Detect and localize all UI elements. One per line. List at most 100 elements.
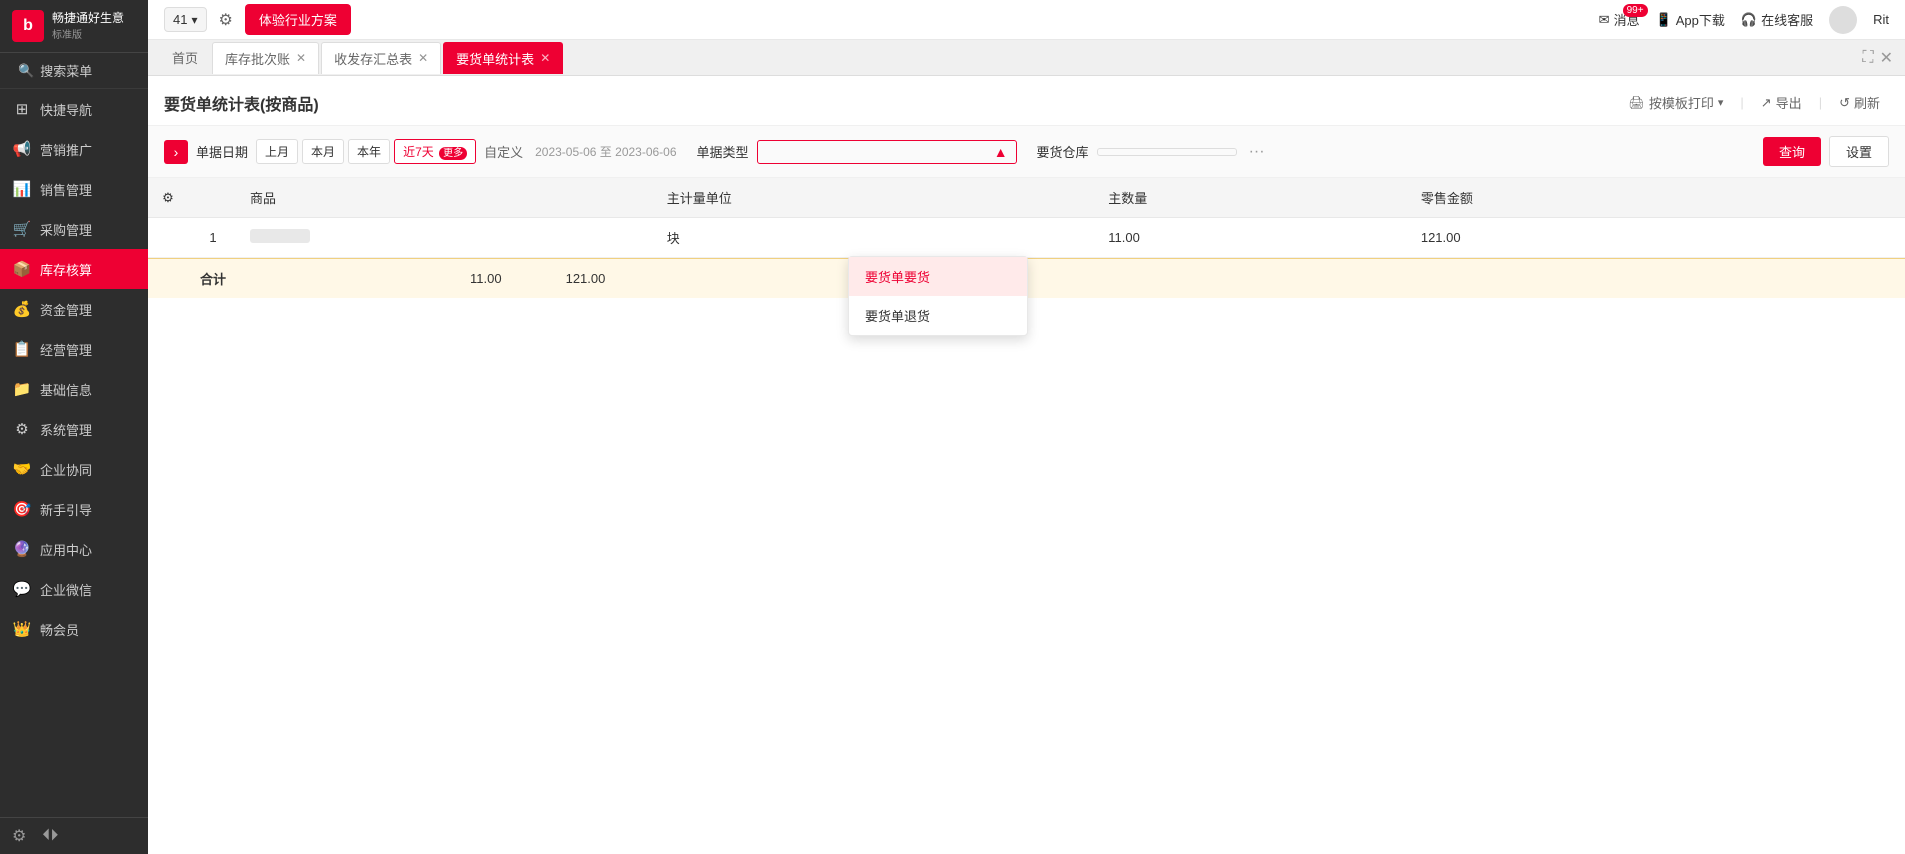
app-download-label: App下载: [1676, 10, 1725, 29]
topbar-gear-icon[interactable]: ⚙: [219, 10, 233, 30]
tab-inventory-batch[interactable]: 库存批次账 ✕: [212, 42, 319, 74]
content-area: 要货单统计表(按商品) 🖨 按模板打印 ▾ | ↗ 导出 | ↺: [148, 76, 1905, 854]
print-chevron-icon: ▾: [1718, 96, 1724, 109]
settings-icon[interactable]: ⚙: [12, 826, 26, 846]
tab-inventory-batch-close[interactable]: ✕: [296, 51, 306, 65]
message-button[interactable]: ✉ 消息 99+: [1599, 10, 1640, 29]
user-avatar[interactable]: [1829, 6, 1857, 34]
table-header: ⚙ 商品 主计量单位 主数量 零售金额: [148, 178, 1905, 218]
filter-toggle-button[interactable]: ›: [164, 140, 188, 164]
sidebar-item-label: 经营管理: [40, 340, 92, 359]
table-row: 1 块 11.00 121.00: [148, 218, 1905, 258]
filter-type-select[interactable]: ▲: [757, 140, 1017, 164]
tab-inventory-batch-label: 库存批次账: [225, 49, 290, 68]
table-body: 1 块 11.00 121.00: [148, 218, 1905, 258]
page-title: 要货单统计表(按商品): [164, 91, 319, 115]
sidebar-item-operation[interactable]: 📋 经营管理: [0, 329, 148, 369]
filter-this-year-btn[interactable]: 本年: [348, 139, 390, 164]
sidebar-item-label: 企业协同: [40, 460, 92, 479]
tabs-bar: 首页 库存批次账 ✕ 收发存汇总表 ✕ 要货单统计表 ✕ ⛶ ✕: [148, 40, 1905, 76]
sidebar-item-label: 销售管理: [40, 180, 92, 199]
row-unit: 块: [655, 218, 1097, 258]
username-label[interactable]: Rit: [1873, 12, 1889, 27]
row-index: 1: [188, 218, 238, 258]
app-brand-name: 畅捷通好生意: [52, 11, 124, 27]
print-icon: 🖨: [1628, 95, 1645, 111]
collapse-icon[interactable]: ⏴⏵: [42, 827, 58, 845]
tab-home[interactable]: 首页: [160, 42, 210, 73]
topbar-right: ✉ 消息 99+ 📱 App下载 🎧 在线客服 Rit: [1599, 6, 1889, 34]
filter-query-button[interactable]: 查询: [1763, 137, 1821, 166]
table-column-index: [188, 178, 238, 218]
filter-settings-button[interactable]: 设置: [1829, 136, 1889, 167]
sidebar-item-shortcut[interactable]: ⊞ 快捷导航: [0, 89, 148, 129]
filter-type-arrow-icon[interactable]: ▲: [994, 144, 1008, 160]
print-template-button[interactable]: 🖨 按模板打印 ▾: [1619, 88, 1732, 117]
tab-sales-summary[interactable]: 收发存汇总表 ✕: [321, 42, 441, 74]
dropdown-item-purchase-order[interactable]: 要货单要货: [849, 257, 1027, 296]
filter-this-month-btn[interactable]: 本月: [302, 139, 344, 164]
sidebar-item-label: 应用中心: [40, 540, 92, 559]
filter-last-7days-btn[interactable]: 近7天 更多: [394, 139, 476, 164]
filter-last-month-btn[interactable]: 上月: [256, 139, 298, 164]
sidebar-item-enterprise[interactable]: 🤝 企业协同: [0, 449, 148, 489]
export-button[interactable]: ↗ 导出: [1752, 88, 1811, 117]
filter-type-label: 单据类型: [697, 142, 749, 161]
topbar-left: 41 ▾ ⚙ 体验行业方案: [164, 4, 351, 35]
sidebar-item-label: 快捷导航: [40, 100, 92, 119]
filter-warehouse-select[interactable]: [1097, 148, 1237, 156]
table-column-qty: 主数量: [1096, 178, 1409, 218]
table-column-gear[interactable]: ⚙: [148, 178, 188, 218]
close-all-icon[interactable]: ✕: [1880, 48, 1893, 68]
message-badge: 99+: [1623, 4, 1648, 17]
trial-industry-button[interactable]: 体验行业方案: [245, 4, 351, 35]
sidebar-item-wechat[interactable]: 💬 企业微信: [0, 569, 148, 609]
row-goods: [238, 218, 655, 258]
fullscreen-icon[interactable]: ⛶: [1862, 49, 1873, 67]
sidebar: b 畅捷通好生意 标准版 🔍 搜索菜单 ⊞ 快捷导航 📢 营销推广 📊 销售: [0, 0, 148, 854]
sidebar-item-label: 营销推广: [40, 140, 92, 159]
app-brand-sub: 标准版: [52, 26, 124, 41]
table-container: ⚙ 商品 主计量单位 主数量 零售金额 1: [148, 178, 1905, 258]
row-amount: 121.00: [1409, 218, 1786, 258]
filter-more-badge: 更多: [439, 147, 467, 160]
chevron-down-icon: ▾: [191, 13, 197, 27]
sidebar-item-member[interactable]: 👑 畅会员: [0, 609, 148, 649]
sidebar-item-guide[interactable]: 🎯 新手引导: [0, 489, 148, 529]
sidebar-item-marketing[interactable]: 📢 营销推广: [0, 129, 148, 169]
row-qty: 11.00: [1096, 218, 1409, 258]
sidebar-search[interactable]: 🔍 搜索菜单: [0, 53, 148, 89]
refresh-button[interactable]: ↺ 刷新: [1830, 88, 1889, 117]
sidebar-item-system[interactable]: ⚙ 系统管理: [0, 409, 148, 449]
filter-more-dots[interactable]: ···: [1249, 143, 1265, 161]
tab-order-stats[interactable]: 要货单统计表 ✕: [443, 42, 563, 74]
app-download-icon: 📱: [1656, 12, 1672, 28]
sidebar-item-label: 新手引导: [40, 500, 92, 519]
tab-sales-summary-close[interactable]: ✕: [418, 51, 428, 65]
sidebar-item-basic[interactable]: 📁 基础信息: [0, 369, 148, 409]
tab-order-stats-close[interactable]: ✕: [540, 51, 550, 65]
sidebar-item-appstore[interactable]: 🔮 应用中心: [0, 529, 148, 569]
sidebar-item-purchase[interactable]: 🛒 采购管理: [0, 209, 148, 249]
sidebar-nav: ⊞ 快捷导航 📢 营销推广 📊 销售管理 🛒 采购管理 📦 库存核算 💰: [0, 89, 148, 817]
sidebar-item-inventory[interactable]: 📦 库存核算: [0, 249, 148, 289]
sidebar-item-label: 采购管理: [40, 220, 92, 239]
sidebar-item-finance[interactable]: 💰 资金管理: [0, 289, 148, 329]
sidebar-item-sales[interactable]: 📊 销售管理: [0, 169, 148, 209]
sidebar-bottom: ⚙ ⏴⏵: [0, 817, 148, 854]
company-selector[interactable]: 41 ▾: [164, 7, 207, 32]
online-service-button[interactable]: 🎧 在线客服: [1741, 10, 1813, 29]
operation-icon: 📋: [12, 339, 32, 359]
app-download-button[interactable]: 📱 App下载: [1656, 10, 1725, 29]
marketing-icon: 📢: [12, 139, 32, 159]
topbar: 41 ▾ ⚙ 体验行业方案 ✉ 消息 99+ 📱 App下载 🎧 在: [148, 0, 1905, 40]
dropdown-item-purchase-return[interactable]: 要货单退货: [849, 296, 1027, 335]
filter-type-input[interactable]: [766, 144, 994, 159]
goods-name-blurred: [250, 229, 310, 243]
sidebar-logo: b 畅捷通好生意 标准版: [0, 0, 148, 53]
filter-custom-label[interactable]: 自定义: [484, 142, 523, 161]
enterprise-icon: 🤝: [12, 459, 32, 479]
member-icon: 👑: [12, 619, 32, 639]
main-area: 41 ▾ ⚙ 体验行业方案 ✉ 消息 99+ 📱 App下载 🎧 在: [148, 0, 1905, 854]
tab-order-stats-label: 要货单统计表: [456, 49, 534, 68]
